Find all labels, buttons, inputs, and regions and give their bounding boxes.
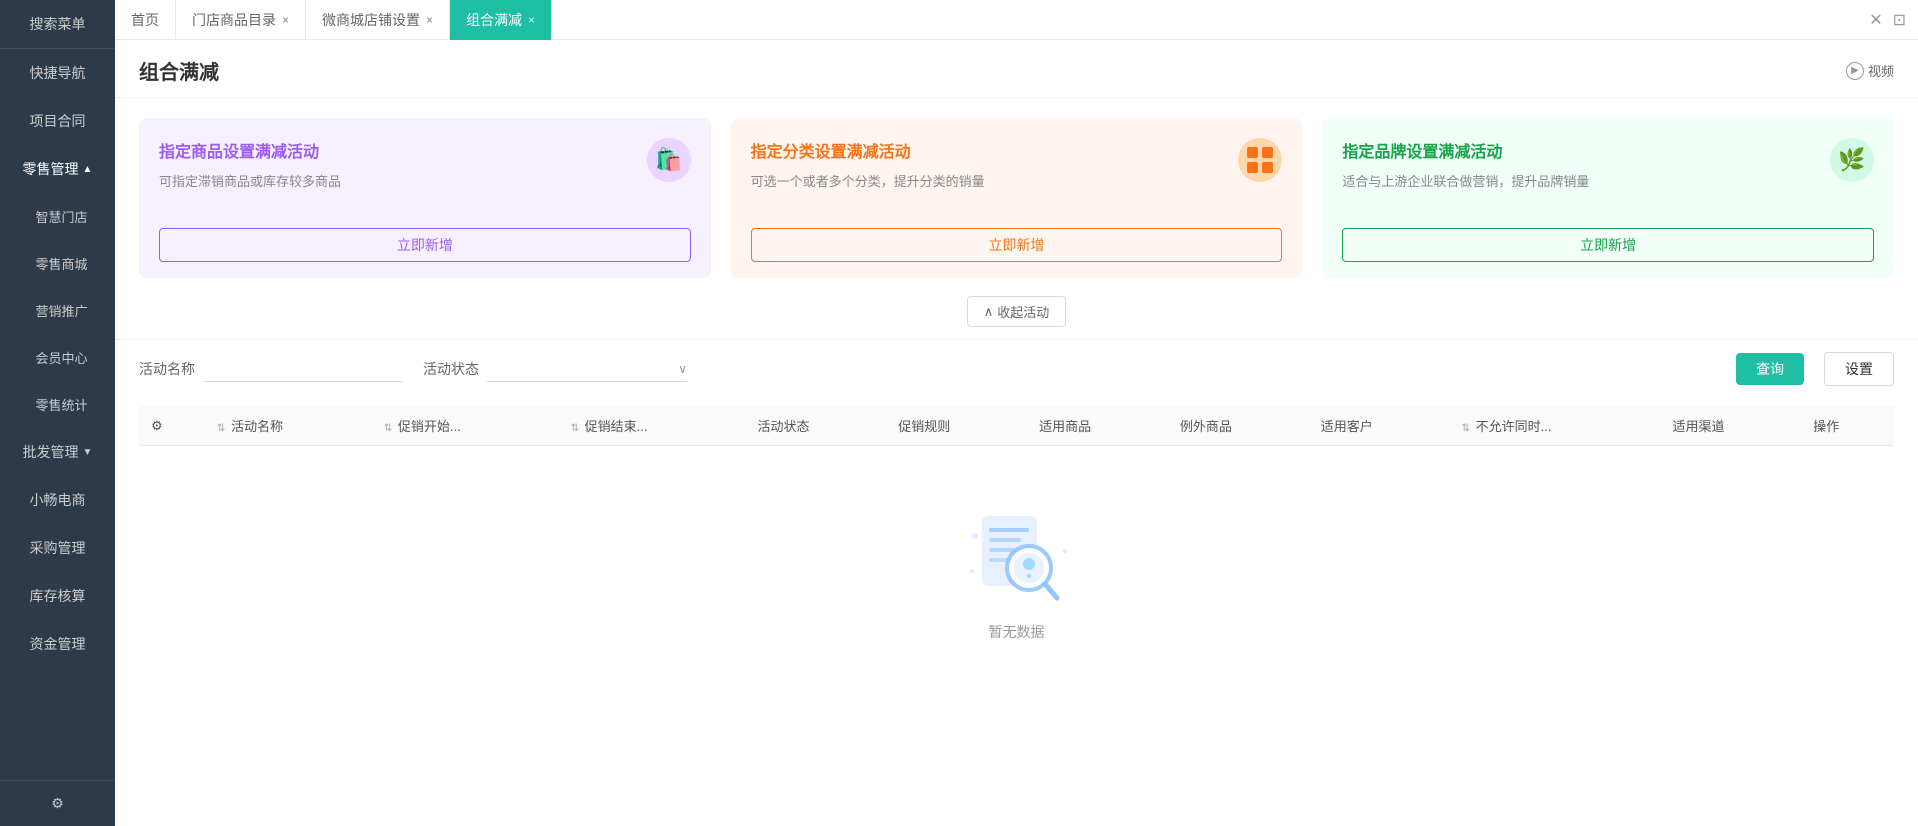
chevron-down-icon: ▼ [83,447,93,458]
card-specify-category: 指定分类设置满减活动 可选一个或者多个分类，提升分类的销量 立即新增 [731,118,1303,278]
page-title: 组合满减 [139,56,219,85]
col-applicable-channel: 适用渠道 [1660,406,1801,446]
sidebar-item-member-center[interactable]: 会员中心 [0,334,115,381]
brand-icon: 🌿 [1830,138,1874,182]
main-area: 首页 门店商品目录 × 微商城店铺设置 × 组合满减 × ✕ ⊡ 组合满减 ▶ … [115,0,1918,826]
col-operation: 操作 [1801,406,1894,446]
card-title-goods: 指定商品设置满减活动 [159,138,691,162]
table-wrapper: ⚙ ⇅ 活动名称 ⇅ 促销开始... ⇅ 促销结束... [115,406,1918,682]
tab-store-catalog[interactable]: 门店商品目录 × [176,0,306,40]
filter-activity-status: 活动状态 ∨ [423,357,687,382]
col-promo-start[interactable]: ⇅ 促销开始... [372,406,559,446]
tab-close-store-catalog[interactable]: × [282,13,289,27]
table-header-row: ⚙ ⇅ 活动名称 ⇅ 促销开始... ⇅ 促销结束... [139,406,1894,446]
sort-icon: ⇅ [571,423,579,434]
sidebar-item-quick-nav[interactable]: 快捷导航 [0,49,115,97]
sort-icon: ⇅ [1462,423,1470,434]
col-settings[interactable]: ⚙ [139,406,205,446]
col-no-overlap[interactable]: ⇅ 不允许同时... [1450,406,1661,446]
sidebar: 搜索菜单 快捷导航 项目合同 零售管理 ▲ 智慧门店 零售商城 营销推广 会员中… [0,0,115,826]
sort-icon: ⇅ [384,423,392,434]
tab-home[interactable]: 首页 [115,0,176,40]
page-header: 组合满减 ▶ 视频 [115,40,1918,98]
activity-status-input[interactable] [487,357,687,382]
sidebar-item-purchase-mgmt[interactable]: 采购管理 [0,524,115,572]
add-goods-promo-button[interactable]: 立即新增 [159,228,691,262]
collapse-activities-button[interactable]: ∧ 收起活动 [967,296,1067,327]
col-promo-rule: 促销规则 [886,406,1027,446]
settings-button[interactable]: 设置 [1824,352,1894,386]
filter-activity-name: 活动名称 [139,357,403,382]
sidebar-item-wholesale-mgmt[interactable]: 批发管理 ▼ [0,428,115,476]
tab-combo-discount[interactable]: 组合满减 × [450,0,552,40]
card-specify-brand: 🌿 指定品牌设置满减活动 适合与上游企业联合做营销，提升品牌销量 立即新增 [1322,118,1894,278]
tab-bar: 首页 门店商品目录 × 微商城店铺设置 × 组合满减 × ✕ ⊡ [115,0,1918,40]
query-button[interactable]: 查询 [1736,353,1804,385]
card-desc-goods: 可指定滞销商品或库存较多商品 [159,172,691,193]
card-specify-goods: 🛍️ 指定商品设置满减活动 可指定滞销商品或库存较多商品 立即新增 [139,118,711,278]
sidebar-item-marketing[interactable]: 营销推广 [0,287,115,334]
col-activity-status: 活动状态 [745,406,886,446]
activity-name-label: 活动名称 [139,359,195,379]
window-maximize-icon[interactable]: ⊡ [1893,10,1906,30]
activity-status-label: 活动状态 [423,359,479,379]
play-icon: ▶ [1846,62,1864,80]
sidebar-settings[interactable]: ⚙ [0,780,115,826]
col-applicable-goods: 适用商品 [1027,406,1168,446]
card-desc-category: 可选一个或者多个分类，提升分类的销量 [751,172,1283,193]
add-category-promo-button[interactable]: 立即新增 [751,228,1283,262]
sidebar-item-smart-store[interactable]: 智慧门店 [0,193,115,240]
card-title-brand: 指定品牌设置满减活动 [1342,138,1874,162]
promo-cards: 🛍️ 指定商品设置满减活动 可指定滞销商品或库存较多商品 立即新增 指定分类设置… [115,98,1918,288]
col-exception-goods: 例外商品 [1168,406,1309,446]
sidebar-item-retail-mall[interactable]: 零售商城 [0,240,115,287]
add-brand-promo-button[interactable]: 立即新增 [1342,228,1874,262]
tab-wechat-store[interactable]: 微商城店铺设置 × [306,0,450,40]
tab-close-combo-discount[interactable]: × [528,13,535,27]
chevron-up-icon: ∧ [984,304,994,320]
sidebar-item-project-contract[interactable]: 项目合同 [0,97,115,145]
activity-name-input[interactable] [203,357,403,382]
video-link[interactable]: ▶ 视频 [1846,61,1894,80]
table-head: ⚙ ⇅ 活动名称 ⇅ 促销开始... ⇅ 促销结束... [139,406,1894,446]
col-promo-end[interactable]: ⇅ 促销结束... [559,406,746,446]
empty-icon [957,506,1077,606]
chevron-up-icon: ▲ [83,164,93,175]
page-content: 组合满减 ▶ 视频 🛍️ 指定商品设置满减活动 可指定滞销商品或库存较多商品 立… [115,40,1918,826]
gear-icon: ⚙ [151,418,163,433]
sort-icon: ⇅ [217,423,225,434]
card-title-category: 指定分类设置满减活动 [751,138,1283,162]
sidebar-item-xiaochang[interactable]: 小畅电商 [0,476,115,524]
empty-state: 暂无数据 [139,446,1894,682]
gear-icon: ⚙ [51,795,64,811]
sidebar-item-finance-mgmt[interactable]: 资金管理 [0,620,115,668]
goods-icon: 🛍️ [647,138,691,182]
card-desc-brand: 适合与上游企业联合做营销，提升品牌销量 [1342,172,1874,193]
window-close-icon[interactable]: ✕ [1869,10,1882,30]
filter-row: 活动名称 活动状态 ∨ 查询 设置 [115,339,1918,398]
col-applicable-customer: 适用客户 [1309,406,1450,446]
sidebar-search[interactable]: 搜索菜单 [0,0,115,49]
window-controls: ✕ ⊡ [1857,10,1918,30]
collapse-row: ∧ 收起活动 [115,288,1918,339]
empty-text: 暂无数据 [989,622,1045,642]
tab-close-wechat-store[interactable]: × [426,13,433,27]
sidebar-item-retail-stats[interactable]: 零售统计 [0,381,115,428]
activities-table: ⚙ ⇅ 活动名称 ⇅ 促销开始... ⇅ 促销结束... [139,406,1894,446]
col-activity-name[interactable]: ⇅ 活动名称 [205,406,372,446]
sidebar-item-retail-mgmt[interactable]: 零售管理 ▲ [0,145,115,193]
sidebar-item-inventory[interactable]: 库存核算 [0,572,115,620]
activity-status-select-wrapper: ∨ [487,357,687,382]
